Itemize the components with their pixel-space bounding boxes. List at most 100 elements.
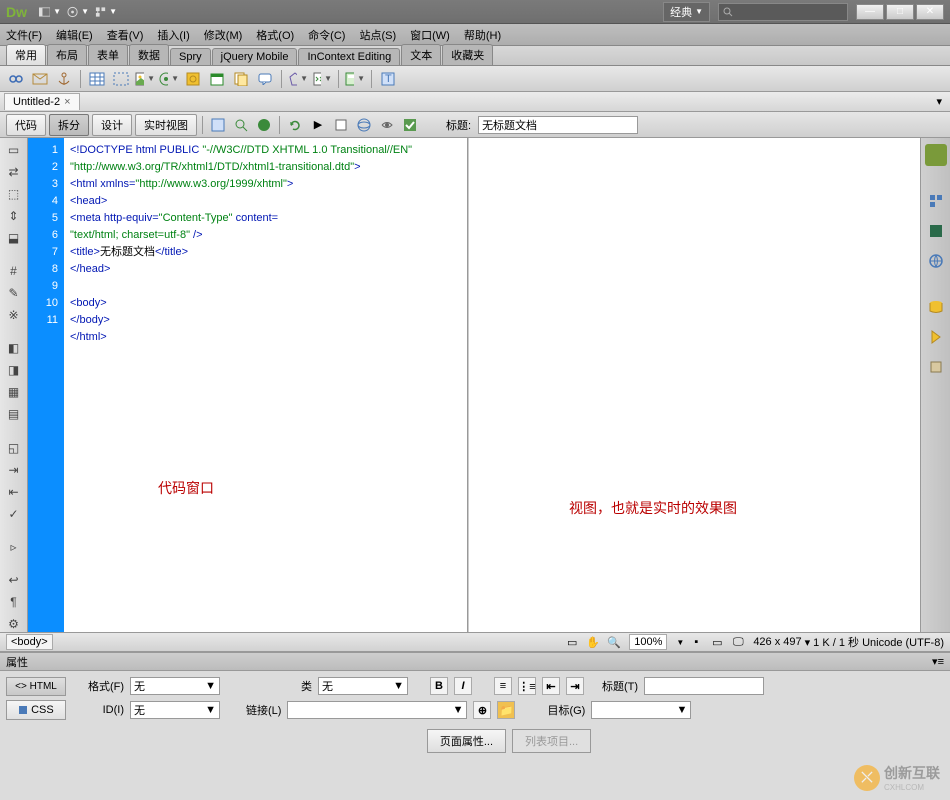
tab-text[interactable]: 文本 xyxy=(401,44,441,65)
properties-header[interactable]: 属性 ▾≡ xyxy=(0,653,950,671)
rd-bindings-icon[interactable] xyxy=(925,326,947,348)
ld-expand-icon[interactable]: ⬓ xyxy=(5,230,23,246)
script-icon[interactable]: ▼ xyxy=(312,69,332,89)
ld-syntax-icon[interactable]: ※ xyxy=(5,307,23,323)
ld-hidden-chars-icon[interactable]: ¶ xyxy=(5,594,23,610)
extend-icon[interactable]: ▼ xyxy=(67,3,89,21)
ssi-icon[interactable] xyxy=(231,69,251,89)
ld-remove-comment-icon[interactable]: ◨ xyxy=(5,362,23,378)
server-icon[interactable] xyxy=(254,115,274,135)
outdent-button[interactable]: ⇤ xyxy=(542,677,560,695)
menu-modify[interactable]: 修改(M) xyxy=(204,27,243,43)
select-tool-icon[interactable]: ▭ xyxy=(563,634,581,650)
workspace-dropdown[interactable]: 经典▼ xyxy=(663,2,710,22)
preview-browser-icon[interactable] xyxy=(354,115,374,135)
media-icon[interactable]: ▼ xyxy=(159,69,179,89)
class-select[interactable]: 无▼ xyxy=(318,677,408,695)
image-icon[interactable]: ▼ xyxy=(135,69,155,89)
tag-selector[interactable]: <body> xyxy=(6,634,53,650)
ld-indent-icon[interactable]: ⇥ xyxy=(5,462,23,478)
ld-open-docs-icon[interactable]: ▭ xyxy=(5,142,23,158)
ld-select-parent-icon[interactable]: ⬚ xyxy=(5,186,23,202)
tab-jquery[interactable]: jQuery Mobile xyxy=(212,48,298,65)
rd-server-icon[interactable] xyxy=(925,250,947,272)
page-properties-button[interactable]: 页面属性... xyxy=(427,729,506,753)
tag-chooser-icon[interactable]: T xyxy=(378,69,398,89)
head-icon[interactable]: ▼ xyxy=(288,69,308,89)
email-link-icon[interactable] xyxy=(30,69,50,89)
rd-ap-elements-icon[interactable] xyxy=(925,190,947,212)
visual-aids-icon[interactable] xyxy=(377,115,397,135)
window-size-icon[interactable]: ▪ xyxy=(687,634,705,650)
refresh-icon[interactable] xyxy=(285,115,305,135)
zoom-level[interactable]: 100% xyxy=(629,634,667,650)
div-icon[interactable] xyxy=(111,69,131,89)
tab-data[interactable]: 数据 xyxy=(129,44,169,65)
widget-icon[interactable] xyxy=(183,69,203,89)
menu-help[interactable]: 帮助(H) xyxy=(464,27,501,43)
template-icon[interactable]: ▼ xyxy=(345,69,365,89)
ld-balance-icon[interactable]: ⇄ xyxy=(5,164,23,180)
menu-site[interactable]: 站点(S) xyxy=(359,27,396,43)
design-pane[interactable]: 视图，也就是实时的效果图 xyxy=(468,138,920,632)
tab-favorites[interactable]: 收藏夹 xyxy=(442,44,493,65)
maximize-button[interactable]: □ xyxy=(886,4,914,20)
menu-commands[interactable]: 命令(C) xyxy=(308,27,345,43)
date-icon[interactable] xyxy=(207,69,227,89)
inspect-icon[interactable] xyxy=(231,115,251,135)
table-icon[interactable] xyxy=(87,69,107,89)
close-button[interactable]: ✕ xyxy=(916,4,944,20)
live-code-icon[interactable] xyxy=(208,115,228,135)
doctab-menu-icon[interactable]: ▾ xyxy=(936,95,942,108)
tab-incontext[interactable]: InContext Editing xyxy=(298,48,400,65)
link-select[interactable]: ▼ xyxy=(287,701,467,719)
browse-folder-icon[interactable]: 📁 xyxy=(497,701,515,719)
menu-edit[interactable]: 编辑(E) xyxy=(56,27,93,43)
ld-code-nav-icon[interactable]: ▹ xyxy=(5,539,23,555)
minimize-button[interactable]: — xyxy=(856,4,884,20)
ld-highlight-icon[interactable]: ✎ xyxy=(5,285,23,301)
tab-common[interactable]: 常用 xyxy=(6,44,46,65)
menu-insert[interactable]: 插入(I) xyxy=(157,27,189,43)
point-to-file-icon[interactable]: ⊕ xyxy=(473,701,491,719)
doctab-close-icon[interactable]: × xyxy=(64,96,70,108)
ld-move-css-icon[interactable]: ◱ xyxy=(5,440,23,456)
id-select[interactable]: 无▼ xyxy=(130,701,220,719)
ld-auto-indent-icon[interactable]: ⚙ xyxy=(5,616,23,632)
tab-forms[interactable]: 表单 xyxy=(88,44,128,65)
view-live-button[interactable]: 实时视图 xyxy=(135,114,197,136)
panel-menu-icon[interactable]: ▾≡ xyxy=(932,655,944,668)
tab-layout[interactable]: 布局 xyxy=(47,44,87,65)
nav-back-icon[interactable]: ▶ xyxy=(308,115,328,135)
rd-databases-icon[interactable] xyxy=(925,296,947,318)
ld-outdent-icon[interactable]: ⇤ xyxy=(5,484,23,500)
rd-behaviors-icon[interactable] xyxy=(925,356,947,378)
ld-collapse-icon[interactable]: ⇕ xyxy=(5,208,23,224)
ul-button[interactable]: ≡ xyxy=(494,677,512,695)
anchor-icon[interactable] xyxy=(54,69,74,89)
menu-file[interactable]: 文件(F) xyxy=(6,27,42,43)
doctab-untitled[interactable]: Untitled-2 × xyxy=(4,93,80,110)
indent-button[interactable]: ⇥ xyxy=(566,677,584,695)
tab-spry[interactable]: Spry xyxy=(170,48,211,65)
bold-button[interactable]: B xyxy=(430,677,448,695)
code-editor[interactable]: <!DOCTYPE html PUBLIC "-//W3C//DTD XHTML… xyxy=(64,138,467,632)
title-prop-input[interactable] xyxy=(644,677,764,695)
ld-word-wrap-icon[interactable]: ↩ xyxy=(5,572,23,588)
view-code-button[interactable]: 代码 xyxy=(6,114,46,136)
layout-icon[interactable]: ▼ xyxy=(39,3,61,21)
italic-button[interactable]: I xyxy=(454,677,472,695)
tablet-icon[interactable]: ▭ xyxy=(708,634,726,650)
css-mode-button[interactable]: CSS xyxy=(6,700,66,720)
view-split-button[interactable]: 拆分 xyxy=(49,114,89,136)
file-mgmt-icon[interactable] xyxy=(331,115,351,135)
menu-view[interactable]: 查看(V) xyxy=(107,27,144,43)
rd-bc-icon[interactable] xyxy=(925,220,947,242)
search-box[interactable] xyxy=(718,3,848,21)
target-select[interactable]: ▼ xyxy=(591,701,691,719)
menu-format[interactable]: 格式(O) xyxy=(256,27,294,43)
view-design-button[interactable]: 设计 xyxy=(92,114,132,136)
ld-wrap-tag-icon[interactable]: ▦ xyxy=(5,384,23,400)
zoom-tool-icon[interactable]: 🔍 xyxy=(605,634,623,650)
desktop-icon[interactable]: 🖵 xyxy=(729,634,747,650)
